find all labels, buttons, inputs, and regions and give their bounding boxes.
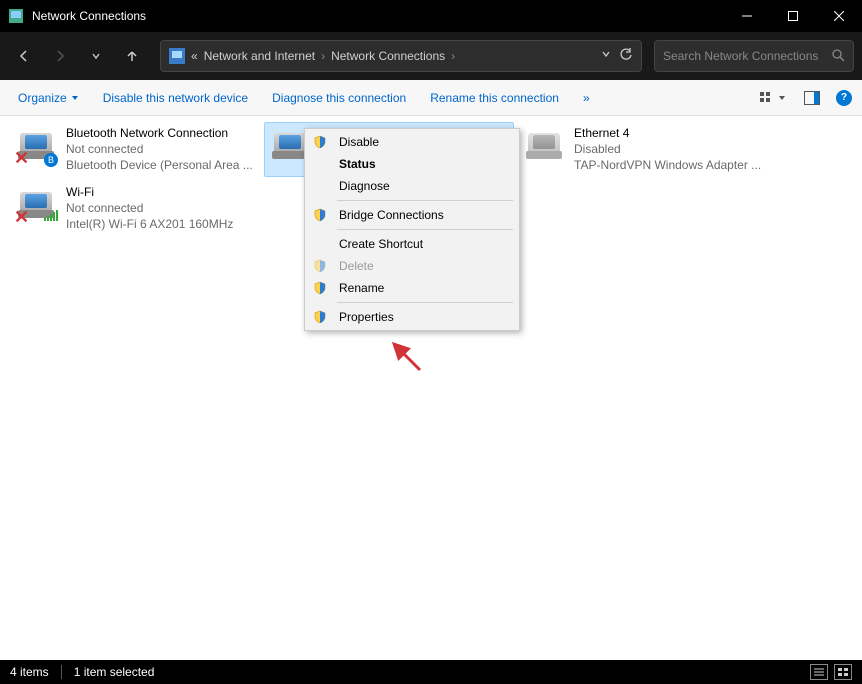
menu-diagnose[interactable]: Diagnose [307,175,517,197]
menu-separator [337,302,513,303]
connection-status: Disabled [574,141,764,157]
adapter-icon: ✕ B [14,125,58,169]
addressbar[interactable]: « Network and Internet › Network Connect… [160,40,642,72]
disable-device-button[interactable]: Disable this network device [95,87,256,109]
search-input[interactable] [663,49,831,63]
app-icon [8,8,24,24]
connection-name: Ethernet 4 [574,125,764,141]
menu-create-shortcut[interactable]: Create Shortcut [307,233,517,255]
connection-item-wifi[interactable]: ✕ Wi-Fi Not connected Intel(R) Wi-Fi 6 A… [10,181,260,236]
breadcrumb-prefix[interactable]: « [191,49,198,63]
close-button[interactable] [816,0,862,32]
menu-label: Create Shortcut [339,237,423,251]
status-selected-count: 1 item selected [74,665,155,679]
menu-label: Properties [339,310,394,324]
status-item-count: 4 items [10,665,49,679]
menu-label: Bridge Connections [339,208,444,222]
connection-status: Not connected [66,200,256,216]
menu-label: Status [339,157,376,171]
connection-name: Bluetooth Network Connection [66,125,256,141]
menu-label: Rename [339,281,384,295]
breadcrumb-item[interactable]: Network and Internet [204,49,315,63]
toolbar: Organize Disable this network device Dia… [0,80,862,116]
shield-icon [311,259,329,273]
connection-item-ethernet4[interactable]: Ethernet 4 Disabled TAP-NordVPN Windows … [518,122,768,177]
shield-icon [311,281,329,295]
menu-separator [337,200,513,201]
overflow-button[interactable]: » [575,87,598,109]
bluetooth-badge-icon: B [44,153,58,167]
address-dropdown-icon[interactable] [601,48,611,65]
context-menu: Disable Status Diagnose Bridge Connectio… [304,128,520,331]
view-options-button[interactable] [758,90,788,106]
connection-device: TAP-NordVPN Windows Adapter ... [574,157,764,173]
shield-icon [311,310,329,324]
menu-properties[interactable]: Properties [307,306,517,328]
searchbar[interactable] [654,40,854,72]
connection-item-bluetooth[interactable]: ✕ B Bluetooth Network Connection Not con… [10,122,260,177]
minimize-button[interactable] [724,0,770,32]
window-title: Network Connections [32,9,724,23]
statusbar: 4 items 1 item selected [0,660,862,684]
forward-button[interactable] [44,40,76,72]
up-button[interactable] [116,40,148,72]
menu-label: Disable [339,135,379,149]
menu-rename[interactable]: Rename [307,277,517,299]
navbar: « Network and Internet › Network Connect… [0,32,862,80]
connection-name: Wi-Fi [66,184,256,200]
refresh-button[interactable] [619,48,633,65]
recent-dropdown-button[interactable] [80,40,112,72]
diagnose-button[interactable]: Diagnose this connection [264,87,414,109]
disconnected-x-icon: ✕ [14,148,29,169]
search-icon[interactable] [831,48,845,65]
organize-button[interactable]: Organize [10,87,87,109]
menu-bridge[interactable]: Bridge Connections [307,204,517,226]
help-button[interactable]: ? [836,90,852,106]
menu-separator [337,229,513,230]
adapter-icon: ✕ [14,184,58,228]
menu-label: Delete [339,259,374,273]
location-icon [169,48,185,64]
view-large-button[interactable] [834,664,852,680]
maximize-button[interactable] [770,0,816,32]
connection-status: Not connected [66,141,256,157]
disconnected-x-icon: ✕ [14,207,29,228]
connection-device: Intel(R) Wi-Fi 6 AX201 160MHz [66,216,256,232]
adapter-icon [522,125,566,169]
menu-delete: Delete [307,255,517,277]
shield-icon [311,135,329,149]
shield-icon [311,208,329,222]
menu-label: Diagnose [339,179,390,193]
breadcrumb-chevron-icon: › [321,49,325,63]
menu-status[interactable]: Status [307,153,517,175]
breadcrumb-chevron-icon: › [451,49,455,63]
breadcrumb-item[interactable]: Network Connections [331,49,445,63]
rename-button[interactable]: Rename this connection [422,87,567,109]
connection-device: Bluetooth Device (Personal Area ... [66,157,256,173]
menu-disable[interactable]: Disable [307,131,517,153]
back-button[interactable] [8,40,40,72]
wifi-signal-icon [44,208,60,226]
titlebar: Network Connections [0,0,862,32]
preview-pane-button[interactable] [802,89,822,107]
view-details-button[interactable] [810,664,828,680]
